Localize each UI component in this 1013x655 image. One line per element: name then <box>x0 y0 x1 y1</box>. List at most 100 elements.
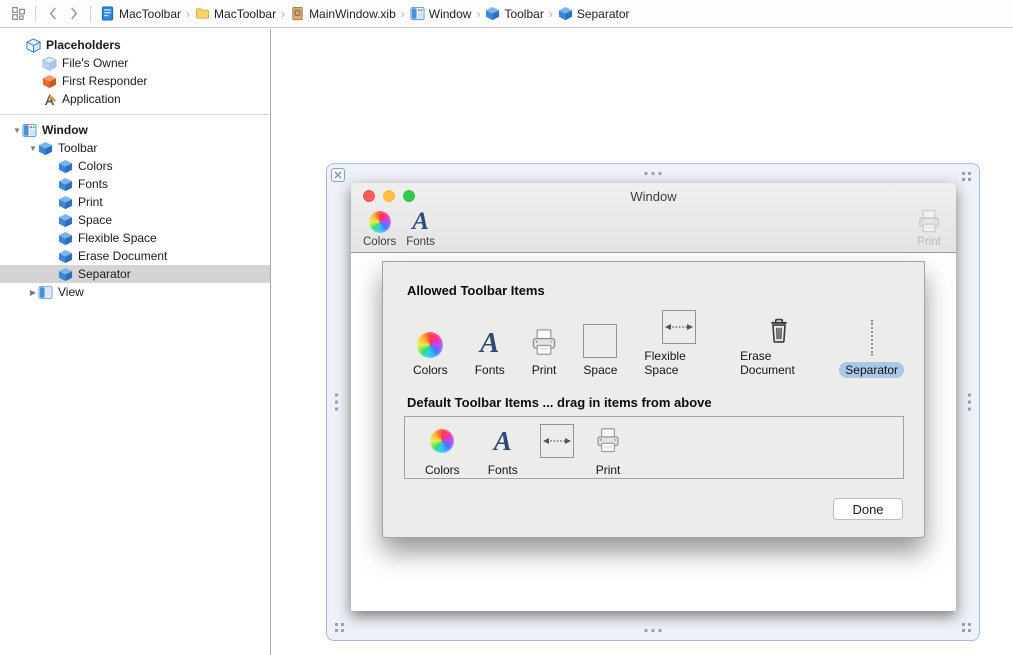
item-label-selected: Separator <box>839 362 904 378</box>
item-label: Print <box>595 463 621 477</box>
cube-orange-icon <box>42 74 57 89</box>
default-item-fonts[interactable]: A Fonts <box>482 424 524 478</box>
outline-item-colors[interactable]: Colors <box>0 157 270 175</box>
outline-item-print[interactable]: Print <box>0 193 270 211</box>
breadcrumb-toolbar[interactable]: Toolbar <box>485 6 544 21</box>
xib-file-icon <box>290 6 305 21</box>
outline-item-window[interactable]: ▼ Window <box>0 121 270 139</box>
cube-icon <box>38 141 53 156</box>
outline-item-fonts[interactable]: Fonts <box>0 175 270 193</box>
color-wheel-icon <box>368 210 391 233</box>
toolbar-item-label: Print <box>917 236 941 248</box>
project-file-icon <box>100 6 115 21</box>
designer-frame: Window Colors A Fonts Print Allowed Tool… <box>326 163 980 641</box>
cube-icon <box>58 267 73 282</box>
outline-item-files-owner[interactable]: File's Owner <box>0 54 270 72</box>
printer-icon <box>916 209 942 235</box>
outline-label: Colors <box>78 159 113 173</box>
forward-button[interactable] <box>63 4 83 24</box>
allowed-item-fonts[interactable]: A Fonts <box>469 318 511 378</box>
chevron-left-icon <box>48 6 59 21</box>
breadcrumb-project[interactable]: MacToolbar <box>100 6 181 21</box>
resize-handle-bottom-right[interactable] <box>962 623 971 632</box>
allowed-item-flexible-space[interactable]: Flexible Space <box>638 304 719 378</box>
breadcrumb-label: MacToolbar <box>214 6 277 21</box>
outline-item-view[interactable]: ▶ View <box>0 283 270 301</box>
outline-item-placeholders[interactable]: Placeholders <box>0 36 270 54</box>
divider <box>90 5 91 22</box>
item-label: Erase Document <box>740 349 795 377</box>
outline-label: Window <box>42 123 88 137</box>
outline-item-erase-document[interactable]: Erase Document <box>0 247 270 265</box>
cube-icon <box>58 249 73 264</box>
breadcrumb-xib-file[interactable]: MainWindow.xib <box>290 6 396 21</box>
outline-divider <box>0 114 270 115</box>
cube-icon <box>58 213 73 228</box>
disclosure-triangle-expanded[interactable]: ▼ <box>12 126 22 135</box>
done-button[interactable]: Done <box>833 498 903 520</box>
folder-icon <box>195 6 210 21</box>
breadcrumb-label: MacToolbar <box>119 6 182 21</box>
resize-handle-bottom[interactable] <box>644 629 662 632</box>
related-items-button[interactable] <box>8 4 28 24</box>
outline-item-application[interactable]: Application <box>0 90 270 108</box>
back-button[interactable] <box>43 4 63 24</box>
outline-item-separator[interactable]: Separator <box>0 265 270 283</box>
disclosure-triangle-collapsed[interactable]: ▶ <box>28 288 38 297</box>
color-wheel-icon <box>430 429 455 453</box>
item-label: Fonts <box>474 363 505 377</box>
outline-label: First Responder <box>62 74 148 88</box>
view-icon <box>38 285 53 300</box>
breadcrumb-window[interactable]: Window <box>410 6 471 21</box>
allowed-item-space[interactable]: Space <box>577 318 623 378</box>
cube-icon <box>58 177 73 192</box>
toolbar-item-colors[interactable]: Colors <box>363 208 396 248</box>
outline-label: Fonts <box>78 177 109 191</box>
resize-handle-bottom-left[interactable] <box>335 623 344 632</box>
cube-icon <box>58 159 73 174</box>
allowed-item-print[interactable]: Print <box>526 318 563 378</box>
outline-item-toolbar[interactable]: ▼ Toolbar <box>0 139 270 157</box>
allowed-item-separator[interactable]: Separator <box>839 318 904 378</box>
breadcrumb-separator: › <box>548 6 553 21</box>
toolbar-item-print: Print <box>916 208 942 248</box>
window-titlebar[interactable]: Window <box>351 183 956 208</box>
cube-light-icon <box>42 56 57 71</box>
window-icon <box>410 6 425 21</box>
color-wheel-icon <box>417 332 444 358</box>
jump-bar: MacToolbar › MacToolbar › MainWindow.xib… <box>0 0 1013 28</box>
cube-icon <box>558 6 573 21</box>
outline-item-space[interactable]: Space <box>0 211 270 229</box>
breadcrumb-label: Separator <box>576 6 630 21</box>
resize-handle-top[interactable] <box>644 172 662 175</box>
allowed-item-erase-document[interactable]: Erase Document <box>734 304 824 378</box>
resize-handle-left[interactable] <box>335 393 338 411</box>
default-item-flexible-space[interactable] <box>539 424 574 464</box>
outline-item-flexible-space[interactable]: Flexible Space <box>0 229 270 247</box>
outline-label: Flexible Space <box>78 231 157 245</box>
item-label: Flexible Space <box>644 349 686 377</box>
item-label: Fonts <box>487 463 518 477</box>
toolbar-item-label: Fonts <box>406 236 435 248</box>
default-item-colors[interactable]: Colors <box>419 424 466 478</box>
outline-label: Separator <box>78 267 131 281</box>
breadcrumb-separator-item[interactable]: Separator <box>558 6 630 21</box>
window-icon <box>22 123 37 138</box>
cube-icon <box>58 195 73 210</box>
default-items-title: Default Toolbar Items ... drag in items … <box>407 395 712 410</box>
disclosure-triangle-expanded[interactable]: ▼ <box>28 144 38 153</box>
item-label: Colors <box>413 363 448 377</box>
toolbar-item-fonts[interactable]: A Fonts <box>406 208 435 248</box>
fonts-icon: A <box>493 425 512 456</box>
breadcrumb-separator: › <box>186 6 191 21</box>
resize-handle-top-right[interactable] <box>962 172 971 181</box>
allowed-item-colors[interactable]: Colors <box>407 318 454 378</box>
default-item-print[interactable]: Print <box>590 424 627 478</box>
cube-icon <box>485 6 500 21</box>
breadcrumb-group[interactable]: MacToolbar <box>195 6 276 21</box>
resize-handle-right[interactable] <box>968 393 971 411</box>
allowed-items-title: Allowed Toolbar Items <box>407 283 545 298</box>
outline-item-first-responder[interactable]: First Responder <box>0 72 270 90</box>
editor-canvas: Window Colors A Fonts Print Allowed Tool… <box>271 29 1013 655</box>
close-designer-button[interactable] <box>331 168 345 182</box>
